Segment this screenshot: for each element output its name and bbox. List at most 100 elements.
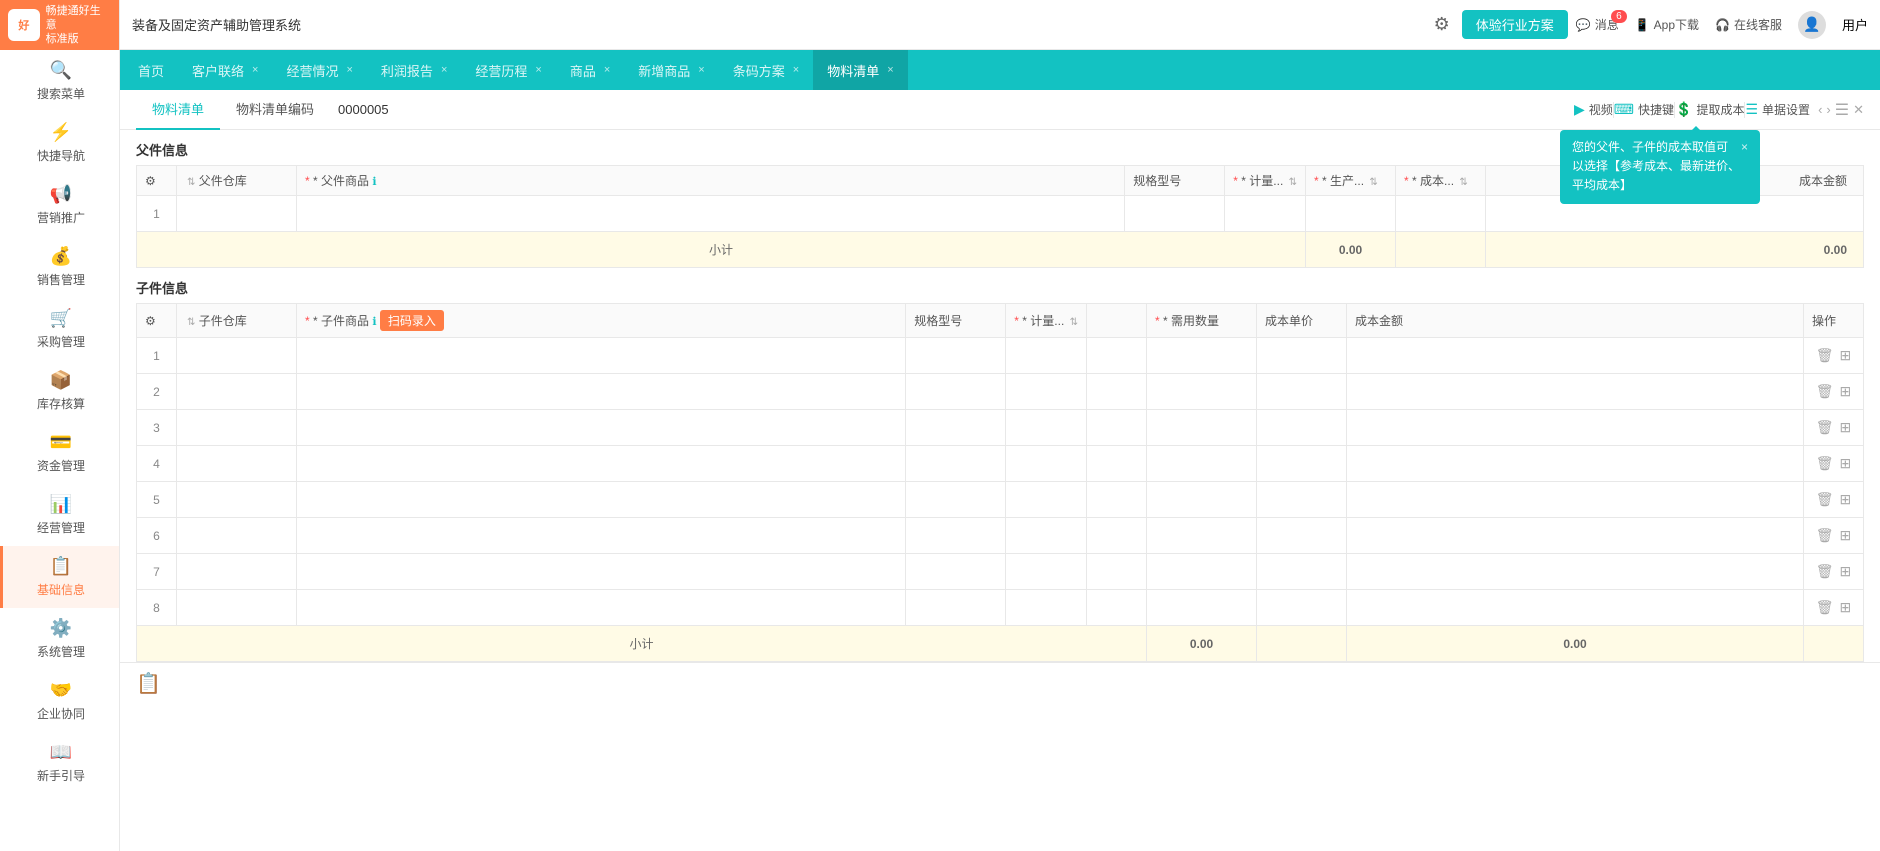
delete-icon[interactable]: 🗑: [1816, 419, 1834, 436]
child-product-cell[interactable]: [297, 482, 906, 518]
child-needed-cell[interactable]: [1147, 410, 1257, 446]
toolbar-single-settings[interactable]: ☰ 单据设置: [1745, 101, 1810, 118]
table-view-icon[interactable]: ☰: [1835, 100, 1849, 120]
child-amount-cell[interactable]: [1347, 446, 1804, 482]
child-product-cell[interactable]: [297, 410, 906, 446]
tooltip-close[interactable]: ×: [1741, 138, 1748, 157]
nav-tab-条码方案[interactable]: 条码方案×: [719, 50, 813, 90]
child-unitprice-cell[interactable]: [1257, 554, 1347, 590]
child-warehouse-cell[interactable]: [177, 590, 297, 626]
parent-th-prod[interactable]: * * 生产... ⇅: [1306, 166, 1396, 196]
nav-tab-首页[interactable]: 首页: [124, 50, 178, 90]
child-th-spec[interactable]: 规格型号: [906, 304, 1006, 338]
child-warehouse-cell[interactable]: [177, 554, 297, 590]
child-amount-cell[interactable]: [1347, 338, 1804, 374]
child-unit-cell[interactable]: [1006, 410, 1087, 446]
child-th-warehouse[interactable]: ⇅ 子件仓库: [177, 304, 297, 338]
child-th-product[interactable]: * * 子件商品 ℹ 扫码录入: [297, 304, 906, 338]
child-spec-cell[interactable]: [906, 338, 1006, 374]
nav-tab-经营情况[interactable]: 经营情况×: [272, 50, 366, 90]
nav-next-icon[interactable]: ›: [1826, 102, 1830, 117]
delete-icon[interactable]: 🗑: [1816, 599, 1834, 616]
nav-tab-close[interactable]: ×: [887, 64, 893, 76]
delete-icon[interactable]: 🗑: [1816, 383, 1834, 400]
sidebar-item-system[interactable]: ⚙️ 系统管理: [0, 608, 119, 670]
sidebar-item-search[interactable]: 🔍 搜索菜单: [0, 50, 119, 112]
nav-tab-经营历程[interactable]: 经营历程×: [461, 50, 555, 90]
sub-tab-code[interactable]: 物料清单编码: [220, 90, 330, 130]
child-unit-cell[interactable]: [1006, 374, 1087, 410]
parent-warehouse-cell[interactable]: [177, 196, 297, 232]
sidebar-item-finance[interactable]: 💳 资金管理: [0, 422, 119, 484]
child-needed-cell[interactable]: [1147, 590, 1257, 626]
sub-tab-bom[interactable]: 物料清单: [136, 90, 220, 130]
copy-icon[interactable]: ⊞: [1840, 599, 1852, 616]
child-warehouse-cell[interactable]: [177, 374, 297, 410]
child-warehouse-cell[interactable]: [177, 482, 297, 518]
child-unit-cell[interactable]: [1006, 482, 1087, 518]
child-spec-cell[interactable]: [906, 482, 1006, 518]
sidebar-item-enterprise[interactable]: 🤝 企业协同: [0, 670, 119, 732]
parent-th-gear[interactable]: ⚙: [137, 166, 177, 196]
nav-tab-close[interactable]: ×: [793, 64, 799, 76]
nav-tab-close[interactable]: ×: [698, 64, 704, 76]
sidebar-item-purchase[interactable]: 🛒 采购管理: [0, 298, 119, 360]
child-amount-cell[interactable]: [1347, 554, 1804, 590]
scan-btn[interactable]: 扫码录入: [380, 310, 444, 331]
child-needed-cell[interactable]: [1147, 338, 1257, 374]
toolbar-view[interactable]: ▶ 视频: [1574, 101, 1613, 118]
child-spec-cell[interactable]: [906, 518, 1006, 554]
child-unitprice-cell[interactable]: [1257, 518, 1347, 554]
child-th-unit[interactable]: * * 计量... ⇅: [1006, 304, 1087, 338]
parent-th-product[interactable]: * * 父件商品 ℹ: [297, 166, 1125, 196]
child-needed-cell[interactable]: [1147, 554, 1257, 590]
child-warehouse-cell[interactable]: [177, 446, 297, 482]
delete-icon[interactable]: 🗑: [1816, 527, 1834, 544]
parent-th-unit[interactable]: * * 计量... ⇅: [1225, 166, 1306, 196]
child-unitprice-cell[interactable]: [1257, 374, 1347, 410]
delete-icon[interactable]: 🗑: [1816, 563, 1834, 580]
child-amount-cell[interactable]: [1347, 482, 1804, 518]
delete-icon[interactable]: 🗑: [1816, 455, 1834, 472]
child-needed-cell[interactable]: [1147, 518, 1257, 554]
nav-tab-商品[interactable]: 商品×: [556, 50, 624, 90]
settings-icon[interactable]: ⚙: [1434, 14, 1450, 35]
child-spec-cell[interactable]: [906, 446, 1006, 482]
child-product-cell[interactable]: [297, 374, 906, 410]
child-amount-cell[interactable]: [1347, 410, 1804, 446]
child-th-gear[interactable]: ⚙: [137, 304, 177, 338]
child-unitprice-cell[interactable]: [1257, 590, 1347, 626]
copy-icon[interactable]: ⊞: [1840, 527, 1852, 544]
copy-icon[interactable]: ⊞: [1840, 491, 1852, 508]
child-needed-cell[interactable]: [1147, 374, 1257, 410]
child-spec-cell[interactable]: [906, 410, 1006, 446]
delete-icon[interactable]: 🗑: [1816, 491, 1834, 508]
sidebar-item-operations[interactable]: 📊 经营管理: [0, 484, 119, 546]
parent-th-warehouse[interactable]: ⇅ 父件仓库: [177, 166, 297, 196]
nav-tab-客户联络[interactable]: 客户联络×: [178, 50, 272, 90]
child-unitprice-cell[interactable]: [1257, 482, 1347, 518]
nav-prev-icon[interactable]: ‹: [1818, 102, 1822, 117]
nav-tab-close[interactable]: ×: [346, 64, 352, 76]
child-unit-cell[interactable]: [1006, 446, 1087, 482]
child-th-unitprice[interactable]: 成本单价: [1257, 304, 1347, 338]
child-amount-cell[interactable]: [1347, 590, 1804, 626]
child-product-cell[interactable]: [297, 446, 906, 482]
nav-tab-close[interactable]: ×: [535, 64, 541, 76]
child-unit-cell[interactable]: [1006, 338, 1087, 374]
child-amount-cell[interactable]: [1347, 374, 1804, 410]
child-product-cell[interactable]: [297, 518, 906, 554]
child-unitprice-cell[interactable]: [1257, 410, 1347, 446]
child-warehouse-cell[interactable]: [177, 338, 297, 374]
parent-cost-cell[interactable]: [1396, 196, 1486, 232]
toolbar-cost[interactable]: 💲 提取成本: [1675, 101, 1744, 118]
copy-icon[interactable]: ⊞: [1840, 383, 1852, 400]
nav-tab-利润报告[interactable]: 利润报告×: [367, 50, 461, 90]
nav-tab-新增商品[interactable]: 新增商品×: [624, 50, 718, 90]
sidebar-item-basic-info[interactable]: 📋 基础信息: [0, 546, 119, 608]
child-unit-cell[interactable]: [1006, 518, 1087, 554]
sidebar-item-quick-nav[interactable]: ⚡ 快捷导航: [0, 112, 119, 174]
child-needed-cell[interactable]: [1147, 446, 1257, 482]
close-page-icon[interactable]: ✕: [1853, 102, 1864, 118]
online-service-item[interactable]: 🎧 在线客服: [1715, 16, 1782, 33]
